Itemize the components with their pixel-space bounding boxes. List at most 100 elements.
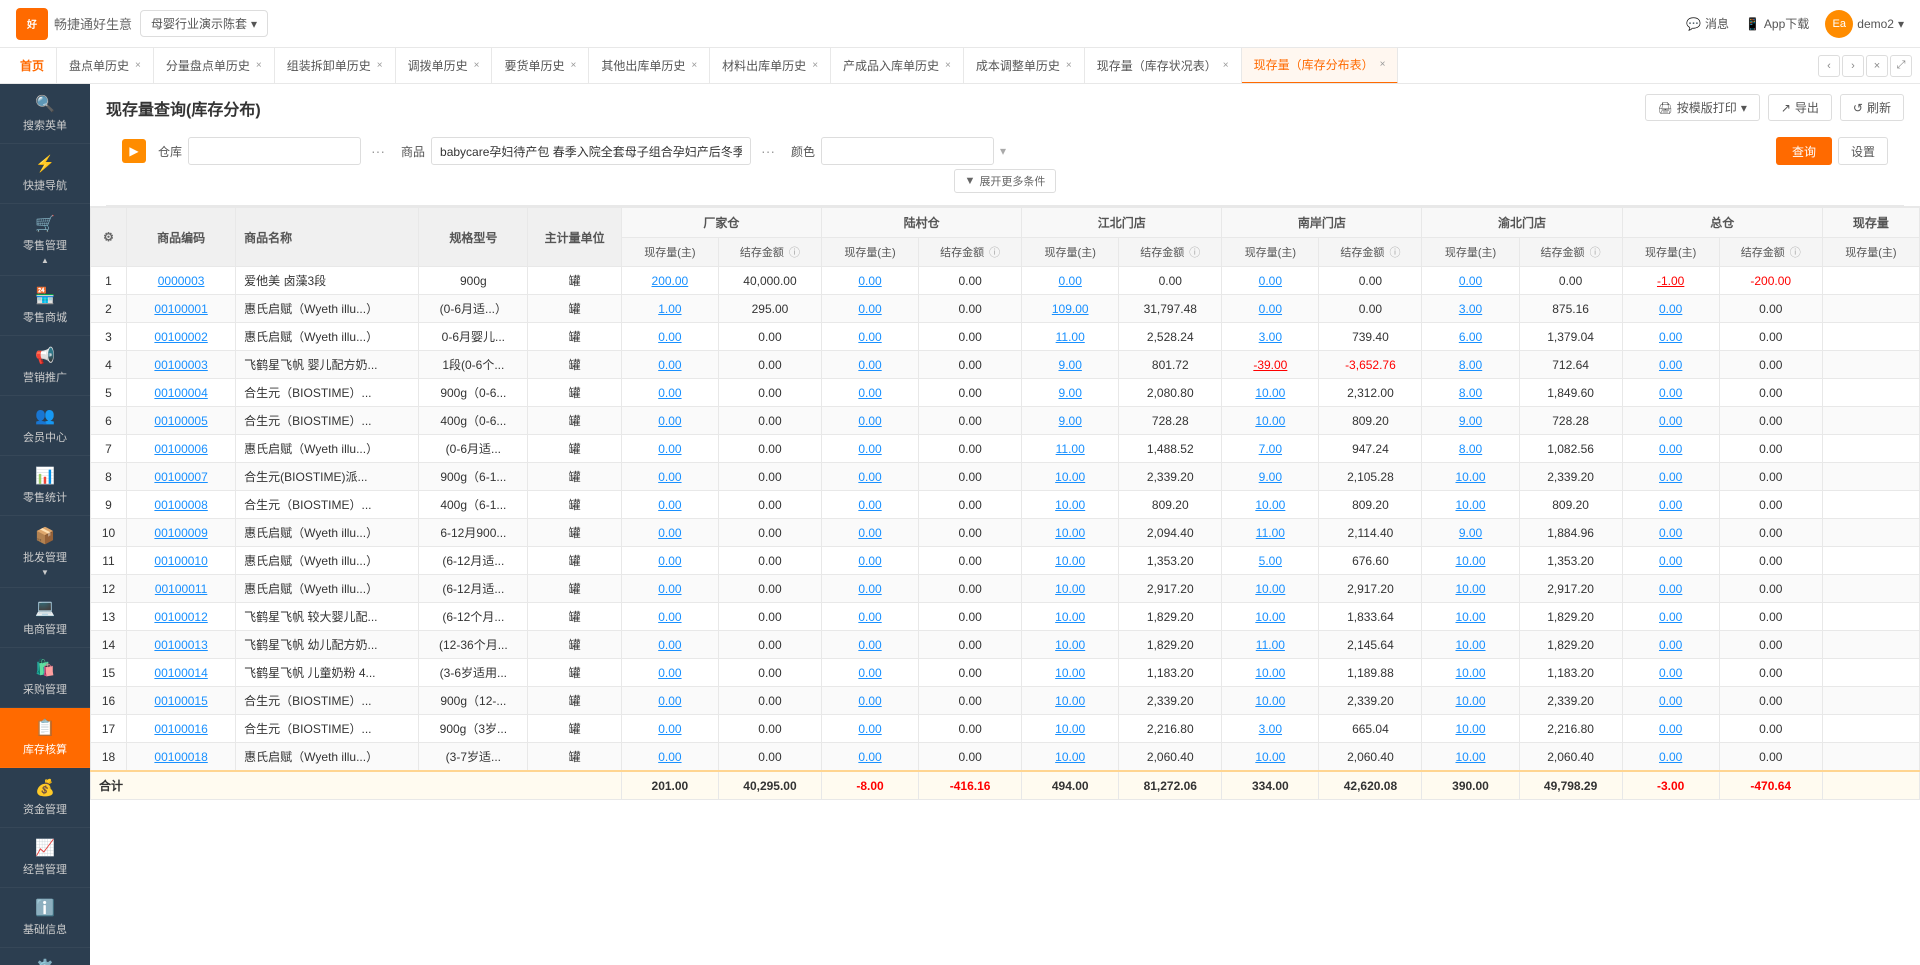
table-cell: 0.00 [1622, 323, 1719, 351]
tab-home-label: 首页 [20, 57, 44, 74]
tab-inventory-count[interactable]: 盘点单历史 × [57, 48, 154, 84]
tab-stock-status[interactable]: 现存量（库存状况表） × [1085, 48, 1242, 84]
app-icon: 📱 [1745, 17, 1760, 31]
table-cell: 0.00 [1719, 519, 1822, 547]
table-cell: 2,312.00 [1319, 379, 1422, 407]
nav-expand-button[interactable]: ⤢ [1890, 55, 1912, 77]
expand-more-button[interactable]: ▼ 展开更多条件 [954, 169, 1057, 193]
table-cell: 11.00 [1222, 519, 1319, 547]
sidebar-item-retail-mgmt[interactable]: 🛒 零售管理 ▲ [0, 204, 90, 276]
tab-transfer-close[interactable]: × [474, 60, 480, 71]
nav-next-arrow[interactable]: › [1842, 55, 1864, 77]
table-cell: 3 [91, 323, 127, 351]
sidebar-item-retail-stats[interactable]: 📊 零售统计 [0, 456, 90, 516]
tab-stock-dist[interactable]: 现存量（库存分布表） × [1242, 48, 1399, 84]
tab-requisition[interactable]: 要货单历史 × [492, 48, 589, 84]
luc-amt-info-icon[interactable]: ⓘ [989, 247, 1000, 259]
table-cell: 1,488.52 [1119, 435, 1222, 463]
table-cell: (6-12月适... [419, 547, 528, 575]
sidebar-item-wholesale[interactable]: 📦 批发管理 ▼ [0, 516, 90, 588]
user-name: demo2 [1857, 17, 1894, 31]
sidebar-item-basic[interactable]: ℹ️ 基础信息 [0, 888, 90, 948]
table-cell: 00100013 [127, 631, 236, 659]
table-container[interactable]: ⚙ 商品编码 商品名称 规格型号 主计量单位 厂家仓 陆村仓 江北门店 南岸门店… [90, 207, 1920, 965]
app-download-button[interactable]: 📱 App下载 [1745, 15, 1809, 32]
sidebar-item-member[interactable]: 👥 会员中心 [0, 396, 90, 456]
sidebar-item-ecommerce[interactable]: 💻 电商管理 [0, 588, 90, 648]
tab-stock-status-close[interactable]: × [1223, 60, 1229, 71]
user-profile[interactable]: Ea demo2 ▾ [1825, 10, 1904, 38]
page-header: 现存量查询(库存分布) 🖨 按模版打印 ▾ ↗ 导出 ↺ 刷新 [90, 84, 1920, 207]
sidebar-item-purchase[interactable]: 🛍️ 采购管理 [0, 648, 90, 708]
table-cell: -200.00 [1719, 267, 1822, 295]
table-cell: 0.00 [919, 379, 1022, 407]
sidebar-item-ops[interactable]: 📈 经营管理 [0, 828, 90, 888]
nav-close-all-button[interactable]: × [1866, 55, 1888, 77]
nav-prev-arrow[interactable]: ‹ [1818, 55, 1840, 77]
table-cell: 200.00 [621, 267, 718, 295]
tab-inventory-count-close[interactable]: × [135, 60, 141, 71]
tab-finished-in-close[interactable]: × [945, 60, 951, 71]
sidebar-item-quicknav[interactable]: ⚡ 快捷导航 [0, 144, 90, 204]
goods-input[interactable] [431, 137, 751, 165]
export-button[interactable]: ↗ 导出 [1768, 94, 1832, 121]
tot-amt-info-icon[interactable]: ⓘ [1790, 247, 1801, 259]
warehouse-input[interactable] [188, 137, 361, 165]
table-cell: 罐 [528, 575, 621, 603]
color-input[interactable] [821, 137, 994, 165]
tab-finished-in[interactable]: 产成品入库单历史 × [831, 48, 964, 84]
query-button[interactable]: 查询 [1776, 137, 1832, 165]
tab-transfer[interactable]: 调拨单历史 × [396, 48, 493, 84]
tab-other-out-close[interactable]: × [691, 60, 697, 71]
th-spec: 规格型号 [419, 208, 528, 267]
sidebar-item-finance[interactable]: 💰 资金管理 [0, 768, 90, 828]
tab-cost-adj[interactable]: 成本调整单历史 × [964, 48, 1085, 84]
jb-amt-info-icon[interactable]: ⓘ [1189, 247, 1200, 259]
table-cell: 728.28 [1519, 407, 1622, 435]
fac-amt-info-icon[interactable]: ⓘ [789, 247, 800, 259]
tab-stock-dist-close[interactable]: × [1380, 59, 1386, 70]
table-cell [1822, 491, 1919, 519]
message-button[interactable]: 💬 消息 [1686, 15, 1729, 32]
tab-material-out-close[interactable]: × [812, 60, 818, 71]
industry-selector[interactable]: 母婴行业演示陈套 ▾ [140, 10, 268, 37]
tab-assembly[interactable]: 组装拆卸单历史 × [275, 48, 396, 84]
sidebar-item-search[interactable]: 🔍 搜索英单 [0, 84, 90, 144]
sidebar-item-retail-shop[interactable]: 🏪 零售商城 [0, 276, 90, 336]
warehouse-dots-button[interactable]: ··· [367, 143, 389, 159]
gear-icon[interactable]: ⚙ [101, 229, 117, 245]
table-cell: 801.72 [1119, 351, 1222, 379]
table-cell: 0.00 [718, 519, 821, 547]
na-amt-info-icon[interactable]: ⓘ [1389, 247, 1400, 259]
tab-cost-adj-label: 成本调整单历史 [976, 57, 1060, 74]
color-chevron-icon: ▾ [1000, 144, 1006, 158]
print-button[interactable]: 🖨 按模版打印 ▾ [1645, 94, 1760, 121]
filter-collapse-button[interactable]: ▶ [122, 139, 146, 163]
tab-split-count[interactable]: 分量盘点单历史 × [154, 48, 275, 84]
tab-other-out[interactable]: 其他出库单历史 × [589, 48, 710, 84]
tab-home[interactable]: 首页 [8, 48, 57, 84]
nav-arrows: ‹ › × ⤢ [1818, 55, 1912, 77]
yb-amt-info-icon[interactable]: ⓘ [1590, 247, 1601, 259]
tab-cost-adj-close[interactable]: × [1066, 60, 1072, 71]
stock-distribution-table: ⚙ 商品编码 商品名称 规格型号 主计量单位 厂家仓 陆村仓 江北门店 南岸门店… [90, 207, 1920, 800]
sidebar-item-ecommerce-label: 电商管理 [23, 621, 67, 637]
table-cell: 0.00 [822, 547, 919, 575]
table-cell: 罐 [528, 547, 621, 575]
tab-assembly-close[interactable]: × [377, 60, 383, 71]
tab-split-count-close[interactable]: × [256, 60, 262, 71]
table-cell: 0.00 [1622, 547, 1719, 575]
goods-dots-button[interactable]: ··· [757, 143, 779, 159]
settings-button[interactable]: 设置 [1838, 137, 1888, 165]
refresh-button[interactable]: ↺ 刷新 [1840, 94, 1904, 121]
sidebar-item-inventory[interactable]: 📋 库存核算 [0, 708, 90, 768]
tab-material-out[interactable]: 材料出库单历史 × [710, 48, 831, 84]
table-cell: 9.00 [1222, 463, 1319, 491]
sidebar-item-system[interactable]: ⚙️ 系统管理 [0, 948, 90, 965]
table-cell: 11.00 [1022, 435, 1119, 463]
table-cell: 10.00 [1222, 491, 1319, 519]
th-gear[interactable]: ⚙ [91, 208, 127, 267]
table-cell: 11.00 [1222, 631, 1319, 659]
tab-requisition-close[interactable]: × [570, 60, 576, 71]
sidebar-item-marketing[interactable]: 📢 营销推广 [0, 336, 90, 396]
